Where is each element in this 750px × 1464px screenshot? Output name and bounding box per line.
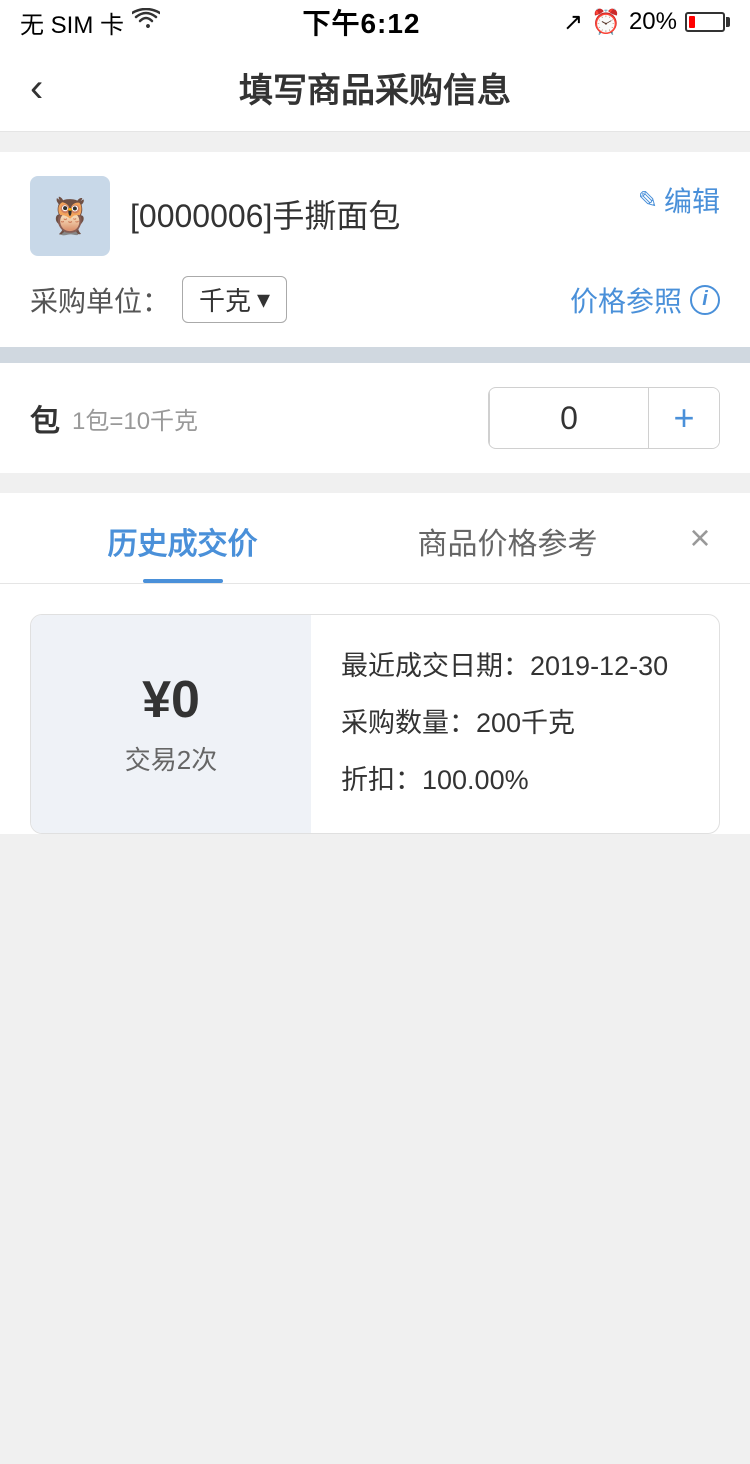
product-name: [0000006]手撕面包 [130, 194, 400, 239]
history-price-value: ¥0 [142, 670, 200, 730]
product-logo-icon: 🦉 [48, 195, 93, 237]
history-card: ¥0 交易2次 最近成交日期：2019-12-30 采购数量：200千克 折扣：… [30, 614, 720, 834]
product-left: 🦉 [0000006]手撕面包 [30, 176, 400, 256]
history-discount: 折扣：100.00% [341, 759, 689, 802]
history-detail-right: 最近成交日期：2019-12-30 采购数量：200千克 折扣：100.00% [311, 615, 719, 833]
battery-percent: 20% [629, 8, 677, 36]
product-header: 🦉 [0000006]手撕面包 ✎ 编辑 [30, 176, 720, 256]
alarm-icon: ⏰ [591, 8, 621, 37]
unit-value: 千克 [199, 281, 251, 318]
tab-history-price[interactable]: 历史成交价 [20, 493, 345, 583]
price-ref-label: 价格参照 [570, 280, 682, 320]
nav-bar: ‹ 填写商品采购信息 [0, 44, 750, 132]
price-number: 0 [171, 671, 200, 729]
product-thumbnail: 🦉 [30, 176, 110, 256]
product-card: 🦉 [0000006]手撕面包 ✎ 编辑 采购单位： 千克 ▾ 价格参照 i [0, 152, 750, 347]
purchase-unit: 采购单位： 千克 ▾ [30, 276, 287, 323]
battery-icon [685, 12, 730, 32]
dropdown-arrow-icon: ▾ [257, 284, 270, 315]
bottom-space [0, 864, 750, 1464]
edit-icon: ✎ [638, 186, 658, 215]
edit-label: 编辑 [664, 180, 720, 220]
info-icon: i [690, 285, 720, 315]
tab-section: 历史成交价 商品价格参考 × ¥0 交易2次 最近成交日期：2019-12-30… [0, 493, 750, 834]
page-title: 填写商品采购信息 [239, 63, 511, 112]
recent-date-value: 2019-12-30 [530, 651, 668, 681]
discount-label: 折扣： [341, 765, 422, 795]
status-left: 无 SIM 卡 [20, 5, 160, 40]
recent-date-label: 最近成交日期： [341, 651, 530, 681]
history-recent-date: 最近成交日期：2019-12-30 [341, 645, 689, 688]
back-button[interactable]: ‹ [30, 68, 43, 108]
quantity-value[interactable]: 0 [489, 388, 649, 448]
status-right: ↗ ⏰ 20% [563, 8, 730, 37]
section-divider [0, 347, 750, 363]
quantity-label: 包 1包=10千克 [30, 396, 198, 440]
currency-symbol: ¥ [142, 671, 171, 729]
purchase-unit-label: 采购单位： [30, 280, 170, 320]
quantity-row: 包 1包=10千克 0 + [0, 363, 750, 473]
product-footer: 采购单位： 千克 ▾ 价格参照 i [30, 276, 720, 323]
quantity-control: 0 + [488, 387, 720, 449]
status-time: 下午6:12 [302, 2, 420, 42]
quantity-hint: 1包=10千克 [72, 401, 198, 436]
history-price-left: ¥0 交易2次 [31, 615, 311, 833]
quantity-plus-button[interactable]: + [649, 388, 719, 448]
purchase-qty-value: 200千克 [476, 708, 575, 738]
status-bar: 无 SIM 卡 下午6:12 ↗ ⏰ 20% [0, 0, 750, 44]
history-trade-count: 交易2次 [125, 740, 217, 777]
sim-signal-text: 无 SIM 卡 [20, 5, 124, 40]
wifi-icon [132, 8, 160, 37]
quantity-unit: 包 [30, 396, 60, 440]
discount-value: 100.00% [422, 765, 529, 795]
purchase-qty-label: 采购数量： [341, 708, 476, 738]
history-purchase-qty: 采购数量：200千克 [341, 702, 689, 745]
location-icon: ↗ [563, 8, 583, 37]
edit-button[interactable]: ✎ 编辑 [638, 180, 720, 220]
price-reference-button[interactable]: 价格参照 i [570, 280, 720, 320]
tab-bar: 历史成交价 商品价格参考 × [0, 493, 750, 584]
tab-close-button[interactable]: × [670, 508, 730, 568]
unit-dropdown[interactable]: 千克 ▾ [182, 276, 287, 323]
tab-product-price-ref[interactable]: 商品价格参考 [345, 493, 670, 583]
